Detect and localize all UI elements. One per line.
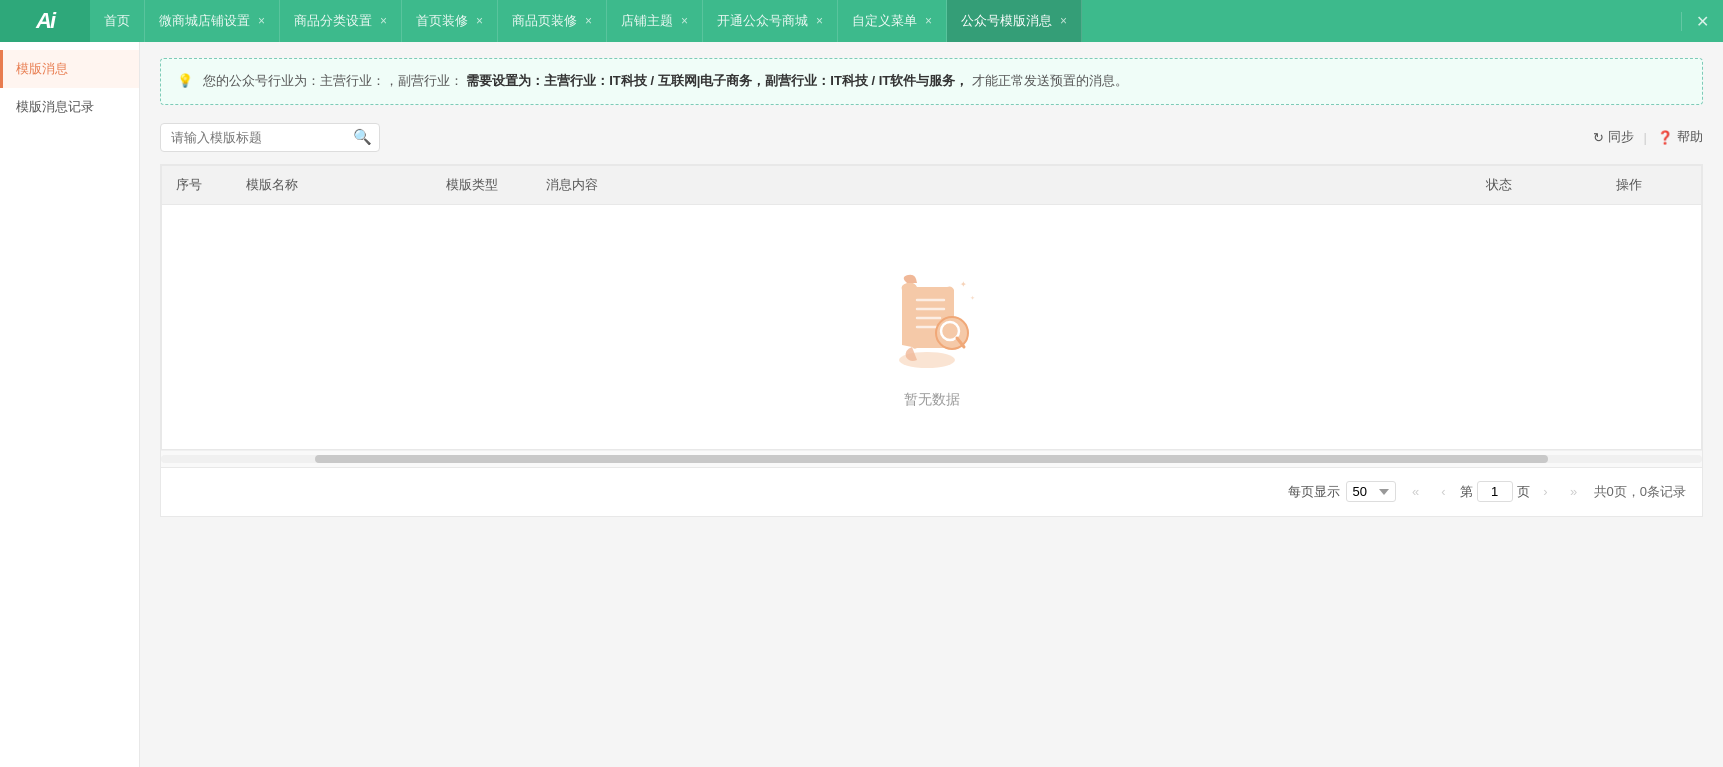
pagination: 每页显示 50 10 20 100 « ‹ 第 页 › » 共0页，0条记录	[160, 468, 1703, 517]
first-page-button[interactable]: «	[1404, 480, 1428, 504]
toolbar-divider: |	[1644, 130, 1647, 145]
page-prefix: 第	[1460, 483, 1473, 501]
main-layout: 模版消息模版消息记录 💡 您的公众号行业为：主营行业：，副营行业： 需要设置为：…	[0, 42, 1723, 767]
search-input-wrap: 🔍	[160, 123, 380, 152]
scroll-thumb	[315, 455, 1548, 463]
col-action: 操作	[1602, 165, 1702, 204]
tab-close-wechat[interactable]: ×	[816, 14, 823, 28]
empty-illustration: ✦ ✦	[872, 265, 992, 375]
empty-state: ✦ ✦ 暂无数据	[162, 205, 1701, 449]
next-page-button[interactable]: ›	[1534, 480, 1558, 504]
total-label: 共0页，0条记录	[1594, 483, 1686, 501]
table-body: ✦ ✦ 暂无数据	[162, 204, 1702, 449]
nav-tab-product[interactable]: 商品页装修 ×	[498, 0, 607, 42]
content-area: 💡 您的公众号行业为：主营行业：，副营行业： 需要设置为：主营行业：IT科技 /…	[140, 42, 1723, 767]
svg-text:✦: ✦	[970, 295, 975, 301]
nav-tab-template[interactable]: 公众号模版消息 ×	[947, 0, 1082, 42]
nav-tabs: 首页微商城店铺设置 ×商品分类设置 ×首页装修 ×商品页装修 ×店铺主题 ×开通…	[90, 0, 1681, 42]
table-header: 序号 模版名称 模版类型 消息内容 状态 操作	[162, 165, 1702, 204]
notice-prefix: 您的公众号行业为：主营行业：，副营行业：	[203, 73, 463, 88]
nav-tab-wechat[interactable]: 开通公众号商城 ×	[703, 0, 838, 42]
sidebar: 模版消息模版消息记录	[0, 42, 140, 767]
help-label: 帮助	[1677, 128, 1703, 146]
tab-close-theme[interactable]: ×	[681, 14, 688, 28]
col-status: 状态	[1472, 165, 1602, 204]
tab-close-category[interactable]: ×	[380, 14, 387, 28]
page-suffix: 页	[1517, 483, 1530, 501]
per-page-select[interactable]: 50 10 20 100	[1346, 481, 1396, 502]
data-table: 序号 模版名称 模版类型 消息内容 状态 操作	[161, 165, 1702, 450]
notice-highlight: 需要设置为：主营行业：IT科技 / 互联网|电子商务，副营行业：IT科技 / I…	[466, 73, 968, 88]
nav-tab-wsc[interactable]: 微商城店铺设置 ×	[145, 0, 280, 42]
svg-text:✦: ✦	[960, 280, 967, 289]
tab-close-wsc[interactable]: ×	[258, 14, 265, 28]
current-page-input[interactable]	[1477, 481, 1513, 502]
table-wrap: 序号 模版名称 模版类型 消息内容 状态 操作	[160, 164, 1703, 468]
col-type: 模版类型	[432, 165, 532, 204]
per-page-label: 每页显示	[1288, 483, 1340, 501]
nav-tab-menu[interactable]: 自定义菜单 ×	[838, 0, 947, 42]
last-page-button[interactable]: »	[1562, 480, 1586, 504]
help-button[interactable]: ❓ 帮助	[1657, 128, 1703, 146]
prev-page-button[interactable]: ‹	[1432, 480, 1456, 504]
scroll-track	[161, 455, 1702, 463]
search-input[interactable]	[160, 123, 380, 152]
search-icon[interactable]: 🔍	[353, 128, 372, 146]
sidebar-item-template-record[interactable]: 模版消息记录	[0, 88, 139, 126]
per-page-wrap: 每页显示 50 10 20 100	[1288, 481, 1396, 502]
col-name: 模版名称	[232, 165, 432, 204]
page-nav: « ‹ 第 页 › »	[1404, 480, 1586, 504]
table-scrollbar[interactable]	[161, 450, 1702, 467]
close-all-button[interactable]: ✕	[1681, 12, 1723, 31]
search-bar: 🔍 ↻ 同步 | ❓ 帮助	[160, 123, 1703, 152]
help-icon: ❓	[1657, 130, 1673, 145]
toolbar-right: ↻ 同步 | ❓ 帮助	[1593, 128, 1703, 146]
nav-tab-homepage[interactable]: 首页装修 ×	[402, 0, 498, 42]
logo: Ai	[0, 0, 90, 42]
sync-label: 同步	[1608, 128, 1634, 146]
tab-close-template[interactable]: ×	[1060, 14, 1067, 28]
tab-close-product[interactable]: ×	[585, 14, 592, 28]
nav-tab-category[interactable]: 商品分类设置 ×	[280, 0, 402, 42]
sync-button[interactable]: ↻ 同步	[1593, 128, 1634, 146]
nav-tab-home[interactable]: 首页	[90, 0, 145, 42]
sync-icon: ↻	[1593, 130, 1604, 145]
tab-close-menu[interactable]: ×	[925, 14, 932, 28]
top-nav: Ai 首页微商城店铺设置 ×商品分类设置 ×首页装修 ×商品页装修 ×店铺主题 …	[0, 0, 1723, 42]
nav-tab-theme[interactable]: 店铺主题 ×	[607, 0, 703, 42]
bulb-icon: 💡	[177, 73, 193, 88]
sidebar-item-template-msg[interactable]: 模版消息	[0, 50, 139, 88]
col-content: 消息内容	[532, 165, 1472, 204]
col-index: 序号	[162, 165, 232, 204]
notice-box: 💡 您的公众号行业为：主营行业：，副营行业： 需要设置为：主营行业：IT科技 /…	[160, 58, 1703, 105]
tab-close-homepage[interactable]: ×	[476, 14, 483, 28]
notice-suffix: 才能正常发送预置的消息。	[972, 73, 1128, 88]
empty-text: 暂无数据	[904, 391, 960, 409]
